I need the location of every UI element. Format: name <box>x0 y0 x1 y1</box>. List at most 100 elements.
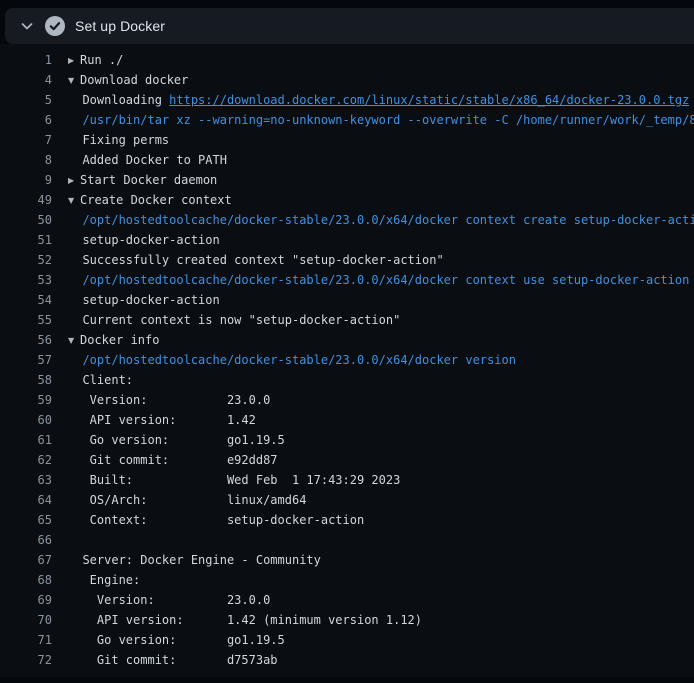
triangle-expanded-icon[interactable]: ▼ <box>68 71 80 90</box>
log-line-row: 66 <box>0 530 694 550</box>
log-line-row: 54 setup-docker-action <box>0 290 694 310</box>
log-command-text: /opt/hostedtoolcache/docker-stable/23.0.… <box>52 210 694 230</box>
log-line-row: 55 Current context is now "setup-docker-… <box>0 310 694 330</box>
check-circle-icon <box>45 16 65 36</box>
log-line-row: 59 Version: 23.0.0 <box>0 390 694 410</box>
line-number[interactable]: 64 <box>0 490 52 510</box>
group-title: Download docker <box>80 73 188 87</box>
log-command-text: /usr/bin/tar xz --warning=no-unknown-key… <box>52 110 694 130</box>
line-number[interactable]: 6 <box>0 110 52 130</box>
line-number[interactable]: 51 <box>0 230 52 250</box>
log-line-row: 52 Successfully created context "setup-d… <box>0 250 694 270</box>
log-text <box>52 530 68 550</box>
line-number[interactable]: 69 <box>0 590 52 610</box>
line-number[interactable]: 60 <box>0 410 52 430</box>
triangle-collapsed-icon[interactable]: ▶ <box>68 51 80 70</box>
log-group-row[interactable]: 4▼Download docker <box>0 70 694 90</box>
line-number[interactable]: 1 <box>0 50 52 70</box>
log-text: Downloading https://download.docker.com/… <box>52 90 689 110</box>
log-text: Downloading <box>68 93 169 107</box>
log-line-row: 71 Go version: go1.19.5 <box>0 630 694 650</box>
log-viewer-page: Set up Docker 1▶Run ./4▼Download docker5… <box>0 0 694 683</box>
log-text: ▶Start Docker daemon <box>52 170 217 190</box>
line-number[interactable]: 59 <box>0 390 52 410</box>
log-text: Added Docker to PATH <box>52 150 227 170</box>
log-text: Client: <box>52 370 133 390</box>
group-title: Run ./ <box>80 53 123 67</box>
log-text: setup-docker-action <box>52 230 220 250</box>
log-command-text: /opt/hostedtoolcache/docker-stable/23.0.… <box>52 350 516 370</box>
log-text: API version: 1.42 (minimum version 1.12) <box>52 610 422 630</box>
line-number[interactable]: 55 <box>0 310 52 330</box>
log-text: Built: Wed Feb 1 17:43:29 2023 <box>52 470 400 490</box>
line-number[interactable]: 62 <box>0 450 52 470</box>
download-url-link[interactable]: https://download.docker.com/linux/static… <box>169 93 689 107</box>
log-text: setup-docker-action <box>52 290 220 310</box>
log-line-row: 65 Context: setup-docker-action <box>0 510 694 530</box>
line-number[interactable]: 49 <box>0 190 52 210</box>
log-text: Version: 23.0.0 <box>52 390 270 410</box>
log-group-row[interactable]: 49▼Create Docker context <box>0 190 694 210</box>
log-text: Successfully created context "setup-dock… <box>52 250 444 270</box>
log-area: 1▶Run ./4▼Download docker5 Downloading h… <box>0 44 694 677</box>
log-line-row: 50 /opt/hostedtoolcache/docker-stable/23… <box>0 210 694 230</box>
line-number[interactable]: 4 <box>0 70 52 90</box>
log-group-row[interactable]: 56▼Docker info <box>0 330 694 350</box>
log-line-row: 64 OS/Arch: linux/amd64 <box>0 490 694 510</box>
group-title: Docker info <box>80 333 159 347</box>
log-text: Context: setup-docker-action <box>52 510 364 530</box>
log-line-row: 6 /usr/bin/tar xz --warning=no-unknown-k… <box>0 110 694 130</box>
log-group-row[interactable]: 9▶Start Docker daemon <box>0 170 694 190</box>
line-number[interactable]: 67 <box>0 550 52 570</box>
line-number[interactable]: 50 <box>0 210 52 230</box>
line-number[interactable]: 61 <box>0 430 52 450</box>
triangle-expanded-icon[interactable]: ▼ <box>68 331 80 350</box>
log-text: Git commit: d7573ab <box>52 650 278 670</box>
line-number[interactable]: 52 <box>0 250 52 270</box>
log-group-row[interactable]: 1▶Run ./ <box>0 50 694 70</box>
log-line-row: 53 /opt/hostedtoolcache/docker-stable/23… <box>0 270 694 290</box>
line-number[interactable]: 70 <box>0 610 52 630</box>
log-line-row: 7 Fixing perms <box>0 130 694 150</box>
line-number[interactable]: 57 <box>0 350 52 370</box>
log-line-row: 5 Downloading https://download.docker.co… <box>0 90 694 110</box>
line-number[interactable]: 5 <box>0 90 52 110</box>
log-text: ▼Create Docker context <box>52 190 232 210</box>
log-text: ▼Download docker <box>52 70 188 90</box>
line-number[interactable]: 54 <box>0 290 52 310</box>
log-text: Engine: <box>52 570 140 590</box>
step-title: Set up Docker <box>75 18 165 34</box>
triangle-collapsed-icon[interactable]: ▶ <box>68 171 80 190</box>
line-number[interactable]: 71 <box>0 630 52 650</box>
step-header-set-up-docker[interactable]: Set up Docker <box>5 8 694 44</box>
chevron-down-icon[interactable] <box>19 18 35 34</box>
log-line-row: 61 Go version: go1.19.5 <box>0 430 694 450</box>
line-number[interactable]: 7 <box>0 130 52 150</box>
log-text: API version: 1.42 <box>52 410 256 430</box>
log-line-row: 8 Added Docker to PATH <box>0 150 694 170</box>
log-line-row: 62 Git commit: e92dd87 <box>0 450 694 470</box>
log-line-row: 68 Engine: <box>0 570 694 590</box>
log-line-row: 72 Git commit: d7573ab <box>0 650 694 670</box>
log-text: ▼Docker info <box>52 330 159 350</box>
line-number[interactable]: 72 <box>0 650 52 670</box>
group-title: Create Docker context <box>80 193 232 207</box>
group-title: Start Docker daemon <box>80 173 217 187</box>
line-number[interactable]: 63 <box>0 470 52 490</box>
line-number[interactable]: 68 <box>0 570 52 590</box>
line-number[interactable]: 58 <box>0 370 52 390</box>
log-line-row: 63 Built: Wed Feb 1 17:43:29 2023 <box>0 470 694 490</box>
line-number[interactable]: 66 <box>0 530 52 550</box>
log-text: Go version: go1.19.5 <box>52 430 285 450</box>
log-text: Fixing perms <box>52 130 169 150</box>
log-text: Server: Docker Engine - Community <box>52 550 321 570</box>
line-number[interactable]: 65 <box>0 510 52 530</box>
log-line-row: 67 Server: Docker Engine - Community <box>0 550 694 570</box>
log-line-row: 69 Version: 23.0.0 <box>0 590 694 610</box>
log-text: ▶Run ./ <box>52 50 123 70</box>
line-number[interactable]: 8 <box>0 150 52 170</box>
triangle-expanded-icon[interactable]: ▼ <box>68 191 80 210</box>
line-number[interactable]: 53 <box>0 270 52 290</box>
line-number[interactable]: 9 <box>0 170 52 190</box>
line-number[interactable]: 56 <box>0 330 52 350</box>
